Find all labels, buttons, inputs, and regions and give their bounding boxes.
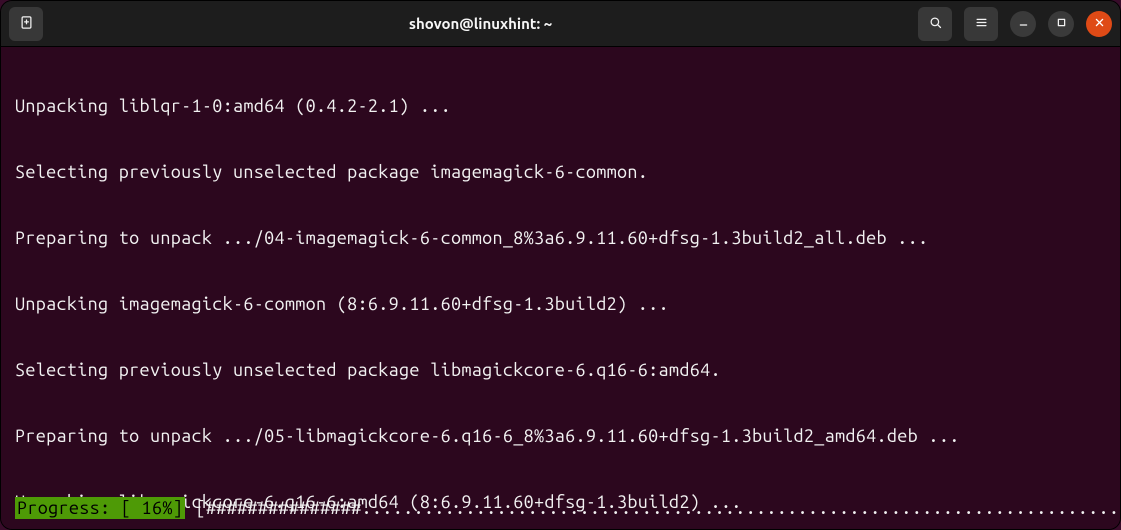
- search-icon: [928, 14, 943, 34]
- output-line: Preparing to unpack .../04-imagemagick-6…: [15, 227, 1106, 249]
- progress-row: Progress: [ 16%] [###############.......…: [1, 497, 1120, 519]
- terminal-window: shovon@linuxhint: ~: [0, 0, 1121, 530]
- output-line: Preparing to unpack .../05-libmagickcore…: [15, 425, 1106, 447]
- minimize-button[interactable]: [1010, 11, 1036, 37]
- maximize-button[interactable]: [1048, 11, 1074, 37]
- window-title: shovon@linuxhint: ~: [409, 15, 552, 32]
- minimize-icon: [1016, 14, 1031, 34]
- terminal-output[interactable]: Unpacking liblqr-1-0:amd64 (0.4.2-2.1) .…: [1, 47, 1120, 529]
- new-tab-button[interactable]: [9, 7, 43, 41]
- output-line: Unpacking liblqr-1-0:amd64 (0.4.2-2.1) .…: [15, 95, 1106, 117]
- close-button[interactable]: [1086, 11, 1112, 37]
- close-icon: [1092, 14, 1107, 34]
- maximize-icon: [1054, 14, 1069, 34]
- hamburger-icon: [974, 14, 989, 34]
- progress-bar: [###############........................…: [185, 497, 1120, 519]
- titlebar: shovon@linuxhint: ~: [1, 1, 1120, 47]
- output-line: Selecting previously unselected package …: [15, 359, 1106, 381]
- menu-button[interactable]: [964, 7, 998, 41]
- output-line: Selecting previously unselected package …: [15, 161, 1106, 183]
- progress-label: Progress: [ 16%]: [15, 497, 185, 519]
- new-tab-icon: [19, 14, 34, 34]
- search-button[interactable]: [918, 7, 952, 41]
- output-line: Unpacking imagemagick-6-common (8:6.9.11…: [15, 293, 1106, 315]
